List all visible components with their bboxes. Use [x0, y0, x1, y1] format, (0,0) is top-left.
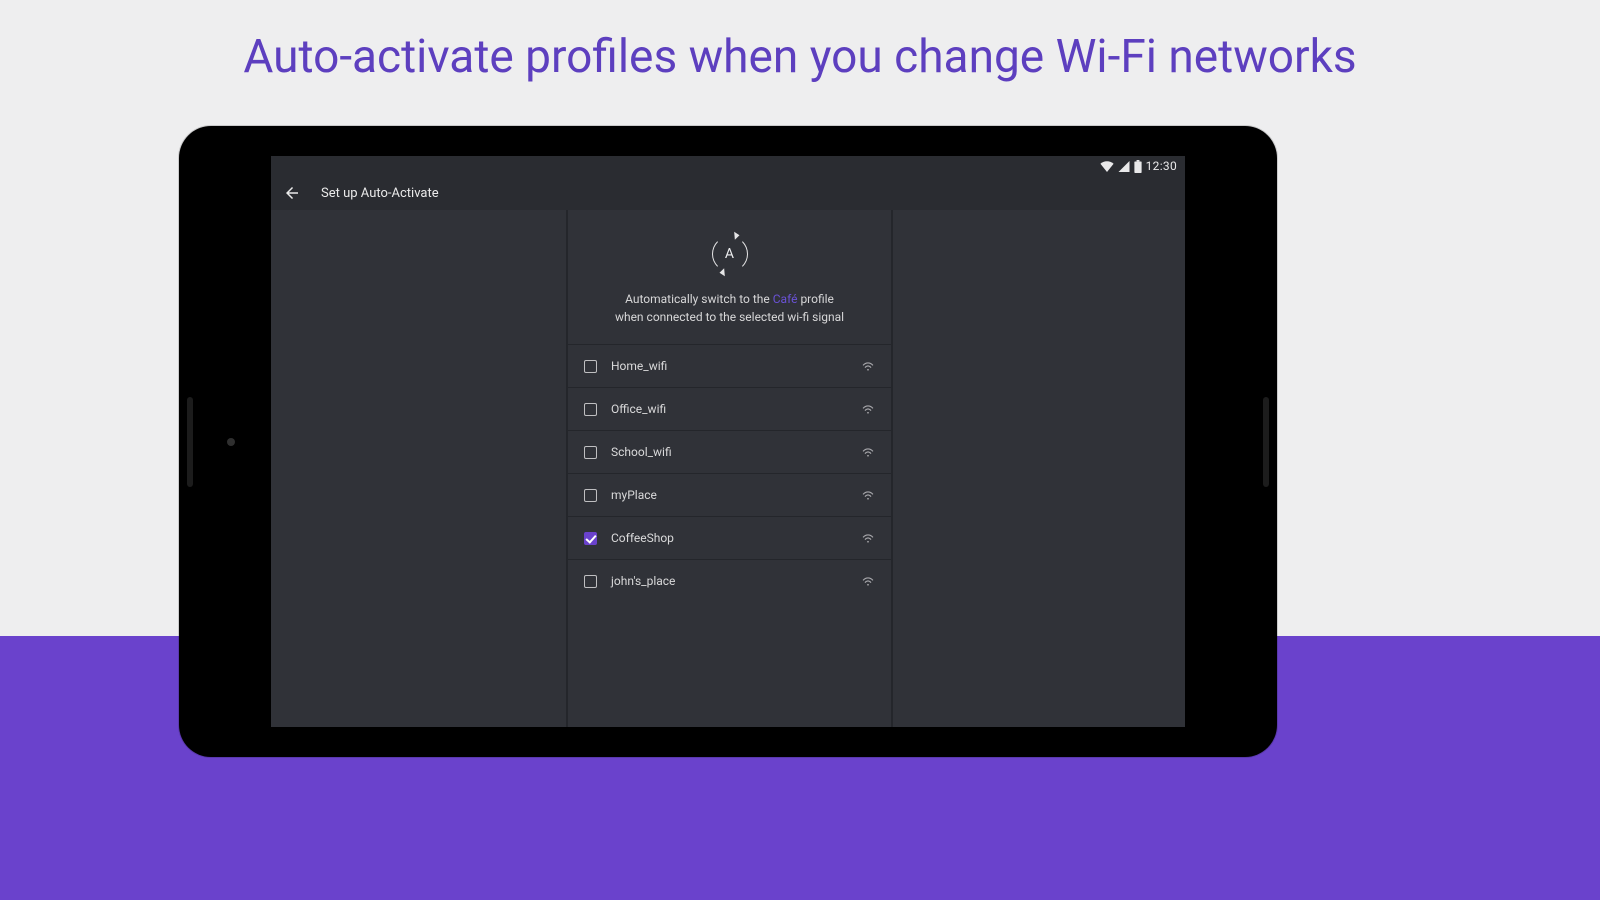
center-column: A Automatically switch to the Café profi…	[568, 210, 891, 727]
wifi-name: Office_wifi	[611, 402, 861, 416]
intro-line1-prefix: Automatically switch to the	[625, 292, 773, 306]
speaker-slot-right	[1263, 397, 1269, 487]
wifi-name: School_wifi	[611, 445, 861, 459]
battery-icon	[1134, 160, 1142, 173]
wifi-icon	[861, 490, 875, 501]
device-screen: 12:30 Set up Auto-Activate A	[271, 156, 1185, 727]
wifi-row[interactable]: myPlace	[568, 473, 891, 516]
checkbox[interactable]	[584, 403, 597, 416]
center-intro: A Automatically switch to the Café profi…	[568, 210, 891, 344]
toolbar-title: Set up Auto-Activate	[321, 186, 439, 201]
wifi-name: john's_place	[611, 574, 861, 588]
intro-line1: Automatically switch to the Café profile	[625, 290, 834, 308]
wifi-row[interactable]: Office_wifi	[568, 387, 891, 430]
wifi-list: Home_wifi Office_wifi Sc	[568, 344, 891, 602]
content-grid: A Automatically switch to the Café profi…	[271, 210, 1185, 727]
wifi-icon	[861, 447, 875, 458]
back-arrow-icon[interactable]	[283, 184, 301, 202]
auto-activate-icon: A	[712, 236, 748, 272]
intro-line2: when connected to the selected wi-fi sig…	[615, 308, 844, 326]
wifi-icon	[861, 404, 875, 415]
wifi-row[interactable]: CoffeeShop	[568, 516, 891, 559]
app-toolbar: Set up Auto-Activate	[271, 176, 1185, 210]
checkbox[interactable]	[584, 446, 597, 459]
wifi-name: Home_wifi	[611, 359, 861, 373]
android-status-bar: 12:30	[271, 156, 1185, 176]
profile-name[interactable]: Café	[773, 292, 798, 306]
tablet-frame: 12:30 Set up Auto-Activate A	[179, 126, 1277, 757]
status-time: 12:30	[1146, 159, 1177, 173]
checkbox[interactable]	[584, 575, 597, 588]
checkbox[interactable]	[584, 532, 597, 545]
intro-line1-suffix: profile	[797, 292, 833, 306]
wifi-row[interactable]: School_wifi	[568, 430, 891, 473]
checkbox[interactable]	[584, 489, 597, 502]
auto-icon-letter: A	[712, 236, 748, 272]
wifi-name: myPlace	[611, 488, 861, 502]
wifi-icon	[861, 576, 875, 587]
wifi-row[interactable]: Home_wifi	[568, 344, 891, 387]
wifi-icon	[861, 533, 875, 544]
marketing-headline: Auto-activate profiles when you change W…	[0, 30, 1600, 84]
wifi-row[interactable]: john's_place	[568, 559, 891, 602]
wifi-status-icon	[1100, 161, 1114, 172]
speaker-slot-left	[187, 397, 193, 487]
right-column	[891, 210, 1185, 727]
cell-signal-icon	[1118, 161, 1130, 172]
camera-dot	[227, 438, 235, 446]
wifi-icon	[861, 361, 875, 372]
checkbox[interactable]	[584, 360, 597, 373]
wifi-name: CoffeeShop	[611, 531, 861, 545]
left-column	[271, 210, 568, 727]
